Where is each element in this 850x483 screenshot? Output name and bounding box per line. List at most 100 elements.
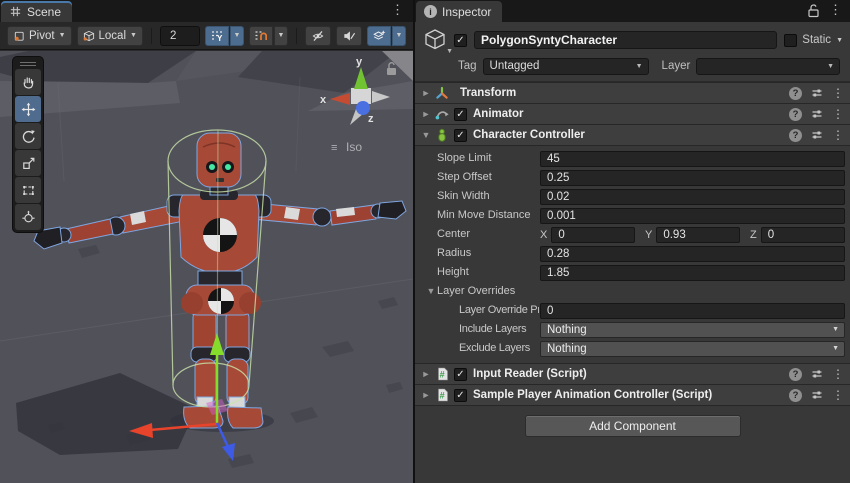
tools-drag-handle[interactable] [15, 59, 41, 68]
scene-effects-dropdown[interactable]: ▼ [392, 26, 406, 46]
hand-tool-button[interactable] [15, 69, 41, 95]
presets-icon[interactable] [811, 87, 823, 99]
slope-limit-field[interactable]: 45 [540, 151, 845, 167]
animator-enabled-checkbox[interactable]: ✓ [454, 108, 467, 121]
gameobject-cube-icon [422, 27, 448, 53]
foldout-row-layer-overrides[interactable]: ▼Layer Overrides [415, 282, 850, 301]
visibility-off-icon [311, 29, 325, 43]
layer-override-priority-field[interactable]: 0 [540, 303, 845, 319]
projection-switcher[interactable]: ≡ Iso [331, 140, 362, 154]
grid-dropdown-arrow: ▼ [233, 32, 240, 39]
gizmo-y-label: y [356, 56, 363, 68]
presets-icon[interactable] [811, 389, 823, 401]
height-field[interactable]: 1.85 [540, 265, 845, 281]
static-dropdown-arrow[interactable]: ▼ [836, 37, 843, 44]
property-row-include-layers: Include Layers Nothing▼ [415, 320, 850, 339]
scene-viewport[interactable]: y x z ≡ Iso [0, 51, 413, 483]
foldout-arrow[interactable]: ► [419, 88, 433, 98]
step-offset-field[interactable]: 0.25 [540, 170, 845, 186]
foldout-arrow: ▼ [425, 286, 437, 296]
character-controller-body: Slope Limit 45 Step Offset 0.25 Skin Wid… [415, 145, 850, 363]
orientation-label: Local [99, 30, 127, 42]
foldout-arrow[interactable]: ► [419, 369, 433, 379]
scene-panel-menu-button[interactable]: ⋮ [391, 2, 413, 22]
grid-snapping-dropdown[interactable]: ▼ [274, 26, 288, 46]
tab-scene[interactable]: Scene [1, 1, 72, 22]
scene-effects-toggle[interactable] [367, 26, 391, 46]
sample-player-enabled-checkbox[interactable]: ✓ [454, 389, 467, 402]
component-menu-button[interactable]: ⋮ [832, 388, 844, 402]
gameobject-active-checkbox[interactable]: ✓ [454, 34, 467, 47]
svg-text:Y: Y [217, 34, 223, 42]
include-layers-dropdown[interactable]: Nothing▼ [540, 322, 845, 338]
tab-inspector[interactable]: i Inspector [416, 1, 502, 22]
scale-tool-button[interactable] [15, 150, 41, 176]
transform-tool-button[interactable] [15, 204, 41, 230]
grid-visibility-button[interactable]: Y [205, 26, 229, 46]
input-reader-enabled-checkbox[interactable]: ✓ [454, 368, 467, 381]
inspector-menu-button[interactable]: ⋮ [829, 2, 842, 18]
help-icon[interactable]: ? [789, 129, 802, 142]
scene-tools-overlay [12, 56, 44, 233]
character-controller-enabled-checkbox[interactable]: ✓ [454, 129, 467, 142]
skin-width-field[interactable]: 0.02 [540, 189, 845, 205]
component-header-sample-player-animation-controller[interactable]: ► # ✓ Sample Player Animation Controller… [415, 384, 850, 405]
radius-field[interactable]: 0.28 [540, 246, 845, 262]
center-y-field[interactable]: 0.93 [656, 227, 740, 243]
help-icon[interactable]: ? [789, 87, 802, 100]
presets-icon[interactable] [811, 368, 823, 380]
help-icon[interactable]: ? [789, 389, 802, 402]
component-name: Input Reader (Script) [473, 368, 587, 380]
static-checkbox[interactable] [784, 34, 797, 47]
center-z-field[interactable]: 0 [761, 227, 845, 243]
component-name: Character Controller [473, 129, 585, 141]
grid-visibility-dropdown[interactable]: ▼ [230, 26, 244, 46]
component-header-character-controller[interactable]: ▼ ✓ Character Controller ? ⋮ [415, 124, 850, 145]
scene-visibility-toggle[interactable] [305, 26, 331, 46]
component-menu-button[interactable]: ⋮ [832, 86, 844, 100]
help-icon[interactable]: ? [789, 368, 802, 381]
presets-icon[interactable] [811, 129, 823, 141]
grid-snapping-icon [254, 29, 267, 42]
center-z-label: Z [750, 229, 757, 241]
pivot-mode-button[interactable]: Pivot ▼ [7, 26, 72, 46]
center-x-field[interactable]: 0 [551, 227, 635, 243]
gameobject-name-field[interactable]: PolygonSyntyCharacter [474, 31, 777, 49]
handle-orientation-button[interactable]: Local ▼ [77, 26, 143, 46]
component-menu-button[interactable]: ⋮ [832, 128, 844, 142]
component-menu-button[interactable]: ⋮ [832, 107, 844, 121]
layer-dropdown[interactable]: ▼ [696, 58, 840, 75]
tag-dropdown-arrow: ▼ [636, 63, 643, 70]
min-move-distance-field[interactable]: 0.001 [540, 208, 845, 224]
scene-tabbar: Scene ⋮ [0, 0, 413, 22]
gameobject-icon-button[interactable]: ▼ [422, 27, 454, 53]
scene-audio-toggle[interactable] [336, 26, 362, 46]
pivot-dropdown-arrow: ▼ [59, 32, 66, 39]
foldout-arrow[interactable]: ▼ [419, 130, 433, 140]
foldout-arrow[interactable]: ► [419, 109, 433, 119]
component-header-input-reader[interactable]: ► # ✓ Input Reader (Script) ? ⋮ [415, 363, 850, 384]
scene-canvas[interactable]: y x z ≡ Iso [0, 51, 413, 483]
script-icon: # [433, 367, 451, 381]
dropdown-arrow: ▼ [832, 345, 839, 352]
help-icon[interactable]: ? [789, 108, 802, 121]
lock-icon[interactable] [807, 3, 820, 18]
grid-snapping-button[interactable] [249, 26, 273, 46]
grid-size-field[interactable]: 2 [160, 26, 200, 46]
rotate-tool-button[interactable] [15, 123, 41, 149]
transform-icon [433, 86, 451, 100]
component-menu-button[interactable]: ⋮ [832, 367, 844, 381]
add-component-button[interactable]: Add Component [525, 415, 741, 437]
component-header-transform[interactable]: ► Transform ? ⋮ [415, 82, 850, 103]
move-tool-button[interactable] [15, 96, 41, 122]
tag-dropdown[interactable]: Untagged ▼ [483, 58, 649, 75]
exclude-layers-dropdown[interactable]: Nothing▼ [540, 341, 845, 357]
foldout-arrow[interactable]: ► [419, 390, 433, 400]
toolbar-separator [151, 28, 152, 44]
component-header-animator[interactable]: ► ✓ Animator ? ⋮ [415, 103, 850, 124]
move-icon [21, 102, 36, 117]
rect-tool-button[interactable] [15, 177, 41, 203]
presets-icon[interactable] [811, 108, 823, 120]
property-row-skin-width: Skin Width 0.02 [415, 187, 850, 206]
property-label: Min Move Distance [437, 209, 537, 221]
